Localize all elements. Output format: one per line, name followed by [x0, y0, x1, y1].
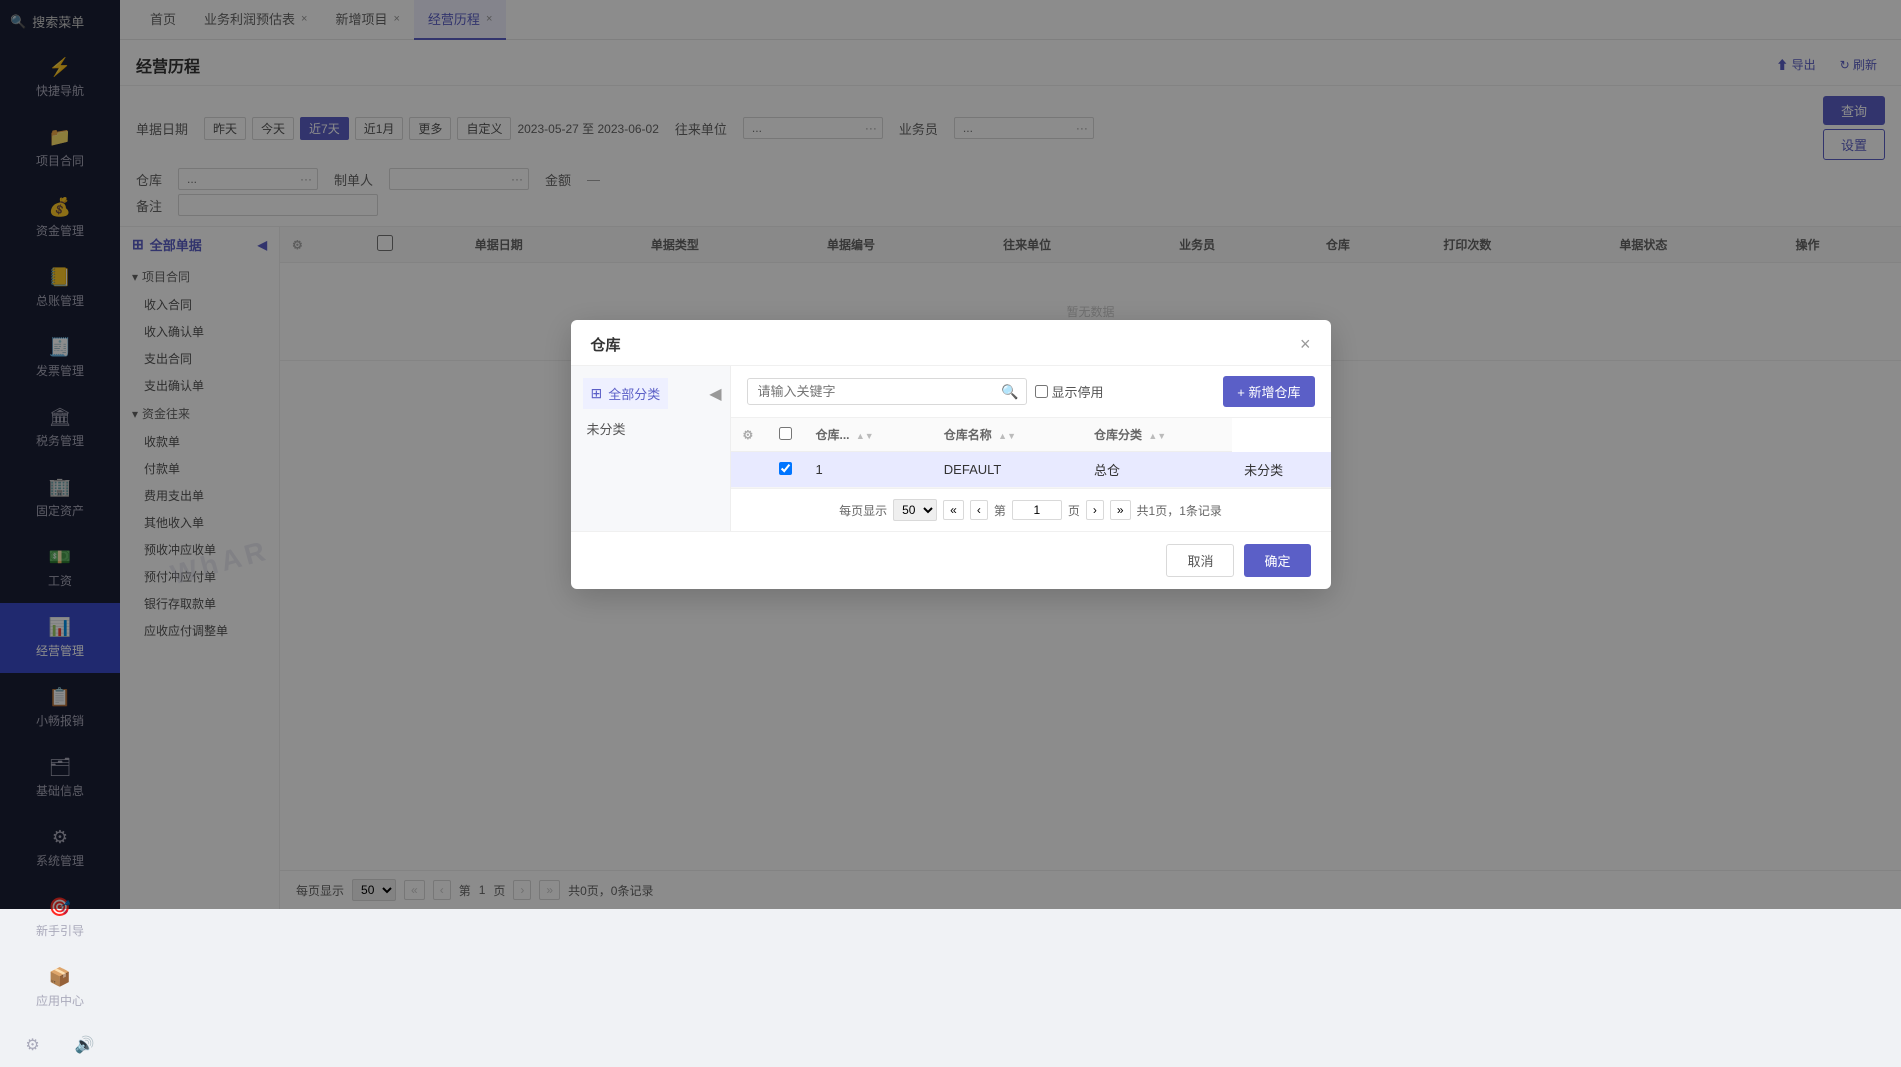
sidebar-item-label: 应用中心 — [36, 992, 84, 1009]
dialog-table: ⚙ 仓库... ▲▼ 仓库名称 ▲▼ — [731, 418, 1331, 488]
app-center-icon: 📦 — [49, 967, 71, 988]
dialog-search-input[interactable] — [747, 378, 1027, 405]
dialog-cancel-button[interactable]: 取消 — [1166, 544, 1234, 577]
cat-all[interactable]: ⊞ 全部分类 — [583, 378, 669, 409]
row-category-cell: 未分类 — [1232, 452, 1330, 488]
dialog-select-all[interactable] — [779, 427, 792, 440]
col-warehouse-code: 仓库... ▲▼ — [804, 418, 932, 452]
sidebar-item-label: 新手引导 — [36, 922, 84, 939]
volume-icon[interactable]: 🔊 — [75, 1035, 95, 1055]
dialog-table-wrap: ⚙ 仓库... ▲▼ 仓库名称 ▲▼ — [731, 418, 1331, 488]
dialog-footer: 取消 确定 — [571, 531, 1331, 589]
dialog-category-panel: ⊞ 全部分类 ◀ 未分类 — [571, 366, 731, 531]
cat-all-icon: ⊞ — [591, 385, 603, 402]
col-warehouse-cat-label: 仓库分类 — [1094, 428, 1142, 442]
row-name-cell: 总仓 — [1082, 452, 1232, 488]
col-dialog-checkbox — [767, 418, 804, 452]
dialog-search-btn[interactable]: 🔍 — [1001, 383, 1018, 400]
row-checkbox-cell — [767, 452, 804, 488]
modal-overlay[interactable]: 仓库 × ⊞ 全部分类 ◀ 未分类 — [0, 0, 1901, 909]
sort-arrows-cat: ▲▼ — [1148, 432, 1166, 441]
dialog-per-page-label: 每页显示 — [839, 502, 887, 519]
settings-icon[interactable]: ⚙ — [25, 1035, 39, 1055]
col-warehouse-category: 仓库分类 ▲▼ — [1082, 418, 1232, 452]
dialog-confirm-button[interactable]: 确定 — [1244, 544, 1310, 577]
sort-arrows-name: ▲▼ — [998, 432, 1016, 441]
warehouse-dialog: 仓库 × ⊞ 全部分类 ◀ 未分类 — [571, 320, 1331, 589]
dialog-body: ⊞ 全部分类 ◀ 未分类 🔍 — [571, 366, 1331, 531]
col-dialog-settings: ⚙ — [731, 418, 767, 452]
dialog-total: 共1页，1条记录 — [1137, 502, 1222, 519]
dialog-page-label: 第 — [994, 502, 1006, 519]
dialog-next-page-btn[interactable]: › — [1086, 500, 1104, 520]
row-code-cell: DEFAULT — [932, 452, 1082, 488]
panel-collapse-btn[interactable]: ◀ — [709, 384, 721, 404]
show-disabled-label: 显示停用 — [1052, 382, 1104, 401]
col-warehouse-name-label: 仓库名称 — [944, 428, 992, 442]
cat-uncategorized[interactable]: 未分类 — [571, 413, 730, 444]
cat-uncategorized-label: 未分类 — [587, 422, 626, 437]
sort-arrows-code: ▲▼ — [856, 432, 874, 441]
cat-all-label: 全部分类 — [608, 384, 660, 403]
dialog-search-wrap: 🔍 — [747, 378, 1027, 405]
add-warehouse-button[interactable]: + 新增仓库 — [1223, 376, 1314, 407]
dialog-per-page-select[interactable]: 50 — [893, 499, 937, 521]
dialog-prev-page-btn[interactable]: ‹ — [970, 500, 988, 520]
show-disabled-checkbox[interactable] — [1035, 385, 1048, 398]
dialog-first-page-btn[interactable]: « — [943, 500, 964, 520]
row-checkbox[interactable] — [779, 462, 792, 475]
col-warehouse-name: 仓库名称 ▲▼ — [932, 418, 1082, 452]
dialog-page-input[interactable] — [1012, 500, 1062, 520]
dialog-right-panel: 🔍 显示停用 + 新增仓库 ⚙ — [731, 366, 1331, 531]
dialog-last-page-btn[interactable]: » — [1110, 500, 1131, 520]
row-settings-cell — [731, 452, 767, 488]
dialog-header: 仓库 × — [571, 320, 1331, 366]
dialog-title: 仓库 — [591, 334, 621, 355]
dialog-col-settings-icon[interactable]: ⚙ — [743, 428, 754, 442]
dialog-pagination: 每页显示 50 « ‹ 第 页 › » 共1页，1条记录 — [731, 488, 1331, 531]
dialog-page-suffix: 页 — [1068, 502, 1080, 519]
dialog-toolbar: 🔍 显示停用 + 新增仓库 — [731, 366, 1331, 418]
dialog-close-button[interactable]: × — [1300, 334, 1311, 355]
table-row[interactable]: 1 DEFAULT 总仓 未分类 — [731, 452, 1331, 488]
sidebar-item-app-center[interactable]: 📦 应用中心 — [0, 953, 120, 1023]
col-warehouse-code-label: 仓库... — [816, 428, 850, 442]
row-index-cell: 1 — [804, 452, 932, 488]
show-disabled-checkbox-wrap[interactable]: 显示停用 — [1035, 382, 1104, 401]
sidebar-bottom: ⚙ 🔊 — [0, 1023, 120, 1067]
